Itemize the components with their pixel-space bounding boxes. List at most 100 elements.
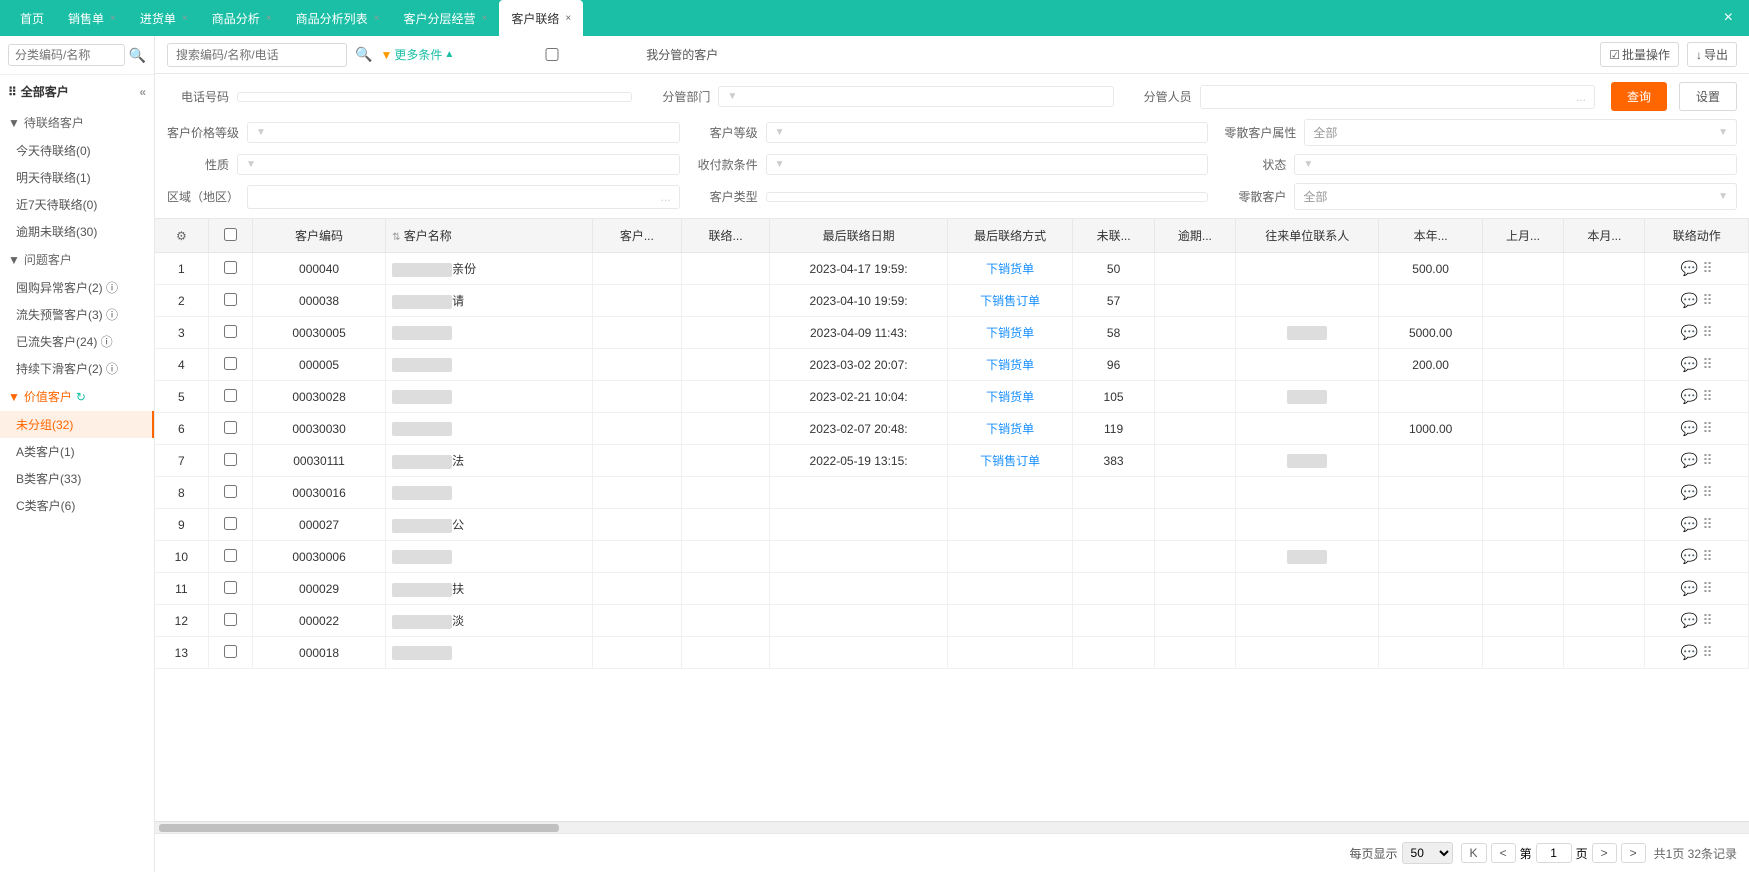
sidebar-group-value[interactable]: ▼ 价值客户 ↻ [0,382,154,411]
filter-input-sparse-customer[interactable]: 全部 ▼ [1294,183,1737,210]
sidebar-item-tomorrow[interactable]: 明天待联络(1) [0,164,154,191]
last-way-link[interactable]: 下销货单 [986,422,1034,436]
more-icon[interactable]: ⠿ [1702,420,1712,437]
sidebar-item-today[interactable]: 今天待联络(0) [0,137,154,164]
filter-input-dept[interactable]: ▼ [718,86,1113,107]
more-icon[interactable]: ⠿ [1702,452,1712,469]
sidebar-item-declining[interactable]: 持续下滑客户(2) ⓘ [0,355,154,382]
sidebar-item-ungroup[interactable]: 未分组(32) [0,411,154,438]
chat-icon[interactable]: 💬 [1681,484,1698,501]
sidebar-group-problem[interactable]: ▼ 问题客户 [0,245,154,274]
filter-input-nature[interactable]: ▼ [237,154,680,175]
more-icon[interactable]: ⠿ [1702,484,1712,501]
last-way-link[interactable]: 下销货单 [986,262,1034,276]
filter-input-person[interactable]: ... [1200,85,1595,109]
more-icon[interactable]: ⠿ [1702,548,1712,565]
more-icon[interactable]: ⠿ [1702,260,1712,277]
filter-search-icon[interactable]: 🔍 [355,46,372,63]
last-way-link[interactable]: 下销货单 [986,390,1034,404]
page-number-input[interactable] [1536,843,1572,863]
search-button[interactable]: 查询 [1611,82,1667,111]
filter-input-phone[interactable] [237,92,632,102]
sidebar-item-churn-warning[interactable]: 流失预警客户(3) ⓘ [0,301,154,328]
last-way-link[interactable]: 下销售订单 [980,294,1040,308]
search-input[interactable] [167,43,347,67]
row-check[interactable] [208,637,252,669]
more-icon[interactable]: ⠿ [1702,612,1712,629]
chat-icon[interactable]: 💬 [1681,324,1698,341]
row-check[interactable] [208,317,252,349]
chat-icon[interactable]: 💬 [1681,644,1698,661]
row-checkbox[interactable] [224,581,237,594]
row-checkbox[interactable] [224,357,237,370]
sidebar-search-input[interactable] [8,44,125,66]
per-page-select[interactable]: 50 100 200 [1402,842,1453,864]
more-icon[interactable]: ⠿ [1702,292,1712,309]
chat-icon[interactable]: 💬 [1681,388,1698,405]
sidebar-item-7days[interactable]: 近7天待联络(0) [0,191,154,218]
filter-input-customer-type[interactable] [766,192,1209,202]
sidebar-collapse-icon[interactable]: « [139,85,146,99]
more-icon[interactable]: ⠿ [1702,644,1712,661]
row-checkbox[interactable] [224,549,237,562]
chat-icon[interactable]: 💬 [1681,548,1698,565]
filter-input-customer-grade[interactable]: ▼ [766,122,1209,143]
close-goods-analysis-icon[interactable]: × [266,13,272,24]
scrollbar-thumb[interactable] [159,824,559,832]
tab-customer-tier[interactable]: 客户分层经营 × [391,0,499,36]
select-all-checkbox[interactable] [224,228,237,241]
sidebar-item-class-c[interactable]: C类客户(6) [0,492,154,519]
first-page-button[interactable]: K [1461,843,1487,863]
chat-icon[interactable]: 💬 [1681,420,1698,437]
reset-button[interactable]: 设置 [1679,82,1737,111]
more-conditions-btn[interactable]: ▼ 更多条件 ▲ [380,46,454,63]
filter-input-region[interactable]: ... [247,185,680,209]
row-checkbox[interactable] [224,517,237,530]
prev-page-button[interactable]: < [1491,843,1516,863]
export-button[interactable]: ↓ 导出 [1687,42,1737,67]
close-customer-contact-icon[interactable]: × [565,13,571,24]
close-goods-analysis-list-icon[interactable]: × [374,13,380,24]
last-way-link[interactable]: 下销货单 [986,358,1034,372]
chat-icon[interactable]: 💬 [1681,580,1698,597]
sidebar-item-overdue[interactable]: 逾期未联络(30) [0,218,154,245]
row-check[interactable] [208,541,252,573]
row-checkbox[interactable] [224,613,237,626]
row-check[interactable] [208,509,252,541]
row-checkbox[interactable] [224,421,237,434]
chat-icon[interactable]: 💬 [1681,356,1698,373]
refresh-icon[interactable]: ↻ [76,390,86,404]
row-check[interactable] [208,573,252,605]
row-check[interactable] [208,349,252,381]
sidebar-item-churned[interactable]: 已流失客户(24) ⓘ [0,328,154,355]
batch-op-button[interactable]: ☑ 批量操作 [1600,42,1679,67]
last-way-link[interactable]: 下销售订单 [980,454,1040,468]
row-check[interactable] [208,381,252,413]
row-check[interactable] [208,477,252,509]
check-column-header[interactable] [208,219,252,253]
tab-goods-analysis[interactable]: 商品分析 × [200,0,284,36]
close-customer-tier-icon[interactable]: × [481,13,487,24]
sidebar-item-class-b[interactable]: B类客户(33) [0,465,154,492]
row-check[interactable] [208,605,252,637]
sidebar-all-customers-header[interactable]: ⠿ 全部客户 « [0,75,154,108]
row-checkbox[interactable] [224,389,237,402]
row-checkbox[interactable] [224,645,237,658]
sidebar-search-icon[interactable]: 🔍 [129,47,146,64]
close-purchase-icon[interactable]: × [182,13,188,24]
tab-sales[interactable]: 销售单 × [56,0,128,36]
row-checkbox[interactable] [224,453,237,466]
filter-input-sparse-attr[interactable]: 全部 ▼ [1304,119,1737,146]
filter-input-payment[interactable]: ▼ [766,154,1209,175]
tab-customer-contact[interactable]: 客户联络 × [499,0,583,36]
close-sales-icon[interactable]: × [110,13,116,24]
more-icon[interactable]: ⠿ [1702,388,1712,405]
last-page-button[interactable]: > [1621,843,1646,863]
last-way-link[interactable]: 下销货单 [986,326,1034,340]
sidebar-item-abnormal[interactable]: 囤购异常客户(2) ⓘ [0,274,154,301]
tab-purchase[interactable]: 进货单 × [128,0,200,36]
row-check[interactable] [208,445,252,477]
chat-icon[interactable]: 💬 [1681,292,1698,309]
chat-icon[interactable]: 💬 [1681,612,1698,629]
row-checkbox[interactable] [224,325,237,338]
